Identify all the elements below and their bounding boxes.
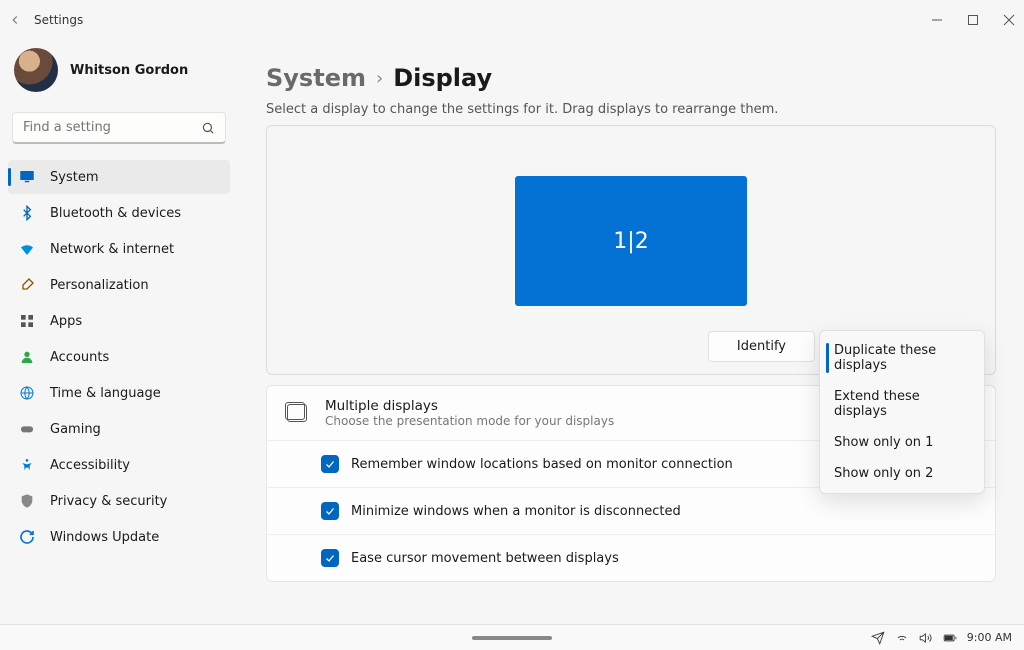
battery-icon[interactable]: [943, 631, 957, 645]
multiple-displays-title: Multiple displays: [325, 398, 614, 414]
globe-icon: [18, 384, 36, 402]
search-input[interactable]: [12, 112, 226, 144]
breadcrumb: System › Display: [266, 64, 996, 92]
helper-text: Select a display to change the settings …: [266, 102, 996, 117]
taskbar: 9:00 AM: [0, 624, 1024, 650]
display-mode-option[interactable]: Show only on 1: [824, 427, 980, 458]
sidebar-item-label: Bluetooth & devices: [50, 206, 181, 221]
sidebar-item-windows-update[interactable]: Windows Update: [8, 520, 230, 554]
display-mode-option[interactable]: Show only on 2: [824, 458, 980, 489]
sidebar-item-label: Personalization: [50, 278, 149, 293]
sidebar-item-personalization[interactable]: Personalization: [8, 268, 230, 302]
sidebar-item-network-internet[interactable]: Network & internet: [8, 232, 230, 266]
back-icon[interactable]: [8, 13, 22, 27]
sidebar-item-label: Privacy & security: [50, 494, 167, 509]
send-icon[interactable]: [871, 631, 885, 645]
sidebar-item-label: Gaming: [50, 422, 101, 437]
nav-list: System Bluetooth & devices Network & inter…: [8, 160, 230, 554]
chevron-right-icon: ›: [376, 68, 383, 89]
monitor-tile[interactable]: 1|2: [515, 176, 747, 306]
page-title: Display: [393, 64, 492, 92]
brush-icon: [18, 276, 36, 294]
maximize-button[interactable]: [966, 13, 980, 27]
sidebar-item-label: Network & internet: [50, 242, 174, 257]
display-arrangement-area[interactable]: 1|2 Identify Duplicate these displaysExt…: [266, 125, 996, 375]
shield-icon: [18, 492, 36, 510]
display-mode-option[interactable]: Duplicate these displays: [824, 335, 980, 381]
sidebar: Whitson Gordon System Bluetooth & devices…: [0, 40, 238, 624]
sidebar-item-label: Apps: [50, 314, 82, 329]
window-title: Settings: [34, 13, 83, 27]
setting-label: Remember window locations based on monit…: [351, 457, 733, 472]
close-button[interactable]: [1002, 13, 1016, 27]
breadcrumb-parent[interactable]: System: [266, 64, 366, 92]
bluetooth-icon: [18, 204, 36, 222]
search-icon: [201, 121, 215, 135]
sidebar-item-time-language[interactable]: Time & language: [8, 376, 230, 410]
avatar: [14, 48, 58, 92]
sidebar-item-accessibility[interactable]: Accessibility: [8, 448, 230, 482]
sidebar-item-label: Accessibility: [50, 458, 130, 473]
sidebar-item-label: Accounts: [50, 350, 109, 365]
titlebar: Settings: [0, 0, 1024, 40]
monitor-label: 1|2: [613, 229, 648, 254]
setting-label: Ease cursor movement between displays: [351, 551, 619, 566]
sidebar-item-bluetooth-devices[interactable]: Bluetooth & devices: [8, 196, 230, 230]
update-icon: [18, 528, 36, 546]
sidebar-item-label: Windows Update: [50, 530, 159, 545]
monitor-icon: [18, 168, 36, 186]
checkbox[interactable]: [321, 502, 339, 520]
setting-row[interactable]: Minimize windows when a monitor is disco…: [267, 488, 995, 535]
minimize-button[interactable]: [930, 13, 944, 27]
person-icon: [18, 348, 36, 366]
profile-name: Whitson Gordon: [70, 63, 188, 78]
multiple-displays-desc: Choose the presentation mode for your di…: [325, 414, 614, 428]
sidebar-item-label: Time & language: [50, 386, 161, 401]
accessibility-icon: [18, 456, 36, 474]
wifi-icon: [18, 240, 36, 258]
sidebar-item-accounts[interactable]: Accounts: [8, 340, 230, 374]
display-mode-dropdown[interactable]: Duplicate these displaysExtend these dis…: [819, 330, 985, 494]
sidebar-item-apps[interactable]: Apps: [8, 304, 230, 338]
sidebar-item-gaming[interactable]: Gaming: [8, 412, 230, 446]
displays-icon: [287, 404, 307, 422]
sidebar-item-privacy-security[interactable]: Privacy & security: [8, 484, 230, 518]
sidebar-item-system[interactable]: System: [8, 160, 230, 194]
setting-label: Minimize windows when a monitor is disco…: [351, 504, 681, 519]
checkbox[interactable]: [321, 549, 339, 567]
setting-row[interactable]: Ease cursor movement between displays: [267, 535, 995, 581]
display-mode-option[interactable]: Extend these displays: [824, 381, 980, 427]
taskbar-time[interactable]: 9:00 AM: [967, 631, 1012, 644]
profile-header[interactable]: Whitson Gordon: [8, 40, 230, 112]
gamepad-icon: [18, 420, 36, 438]
search-field[interactable]: [23, 120, 193, 135]
identify-button[interactable]: Identify: [708, 331, 815, 362]
checkbox[interactable]: [321, 455, 339, 473]
taskbar-handle: [472, 636, 552, 640]
apps-icon: [18, 312, 36, 330]
volume-icon[interactable]: [919, 631, 933, 645]
sidebar-item-label: System: [50, 170, 98, 185]
wifi-icon[interactable]: [895, 631, 909, 645]
